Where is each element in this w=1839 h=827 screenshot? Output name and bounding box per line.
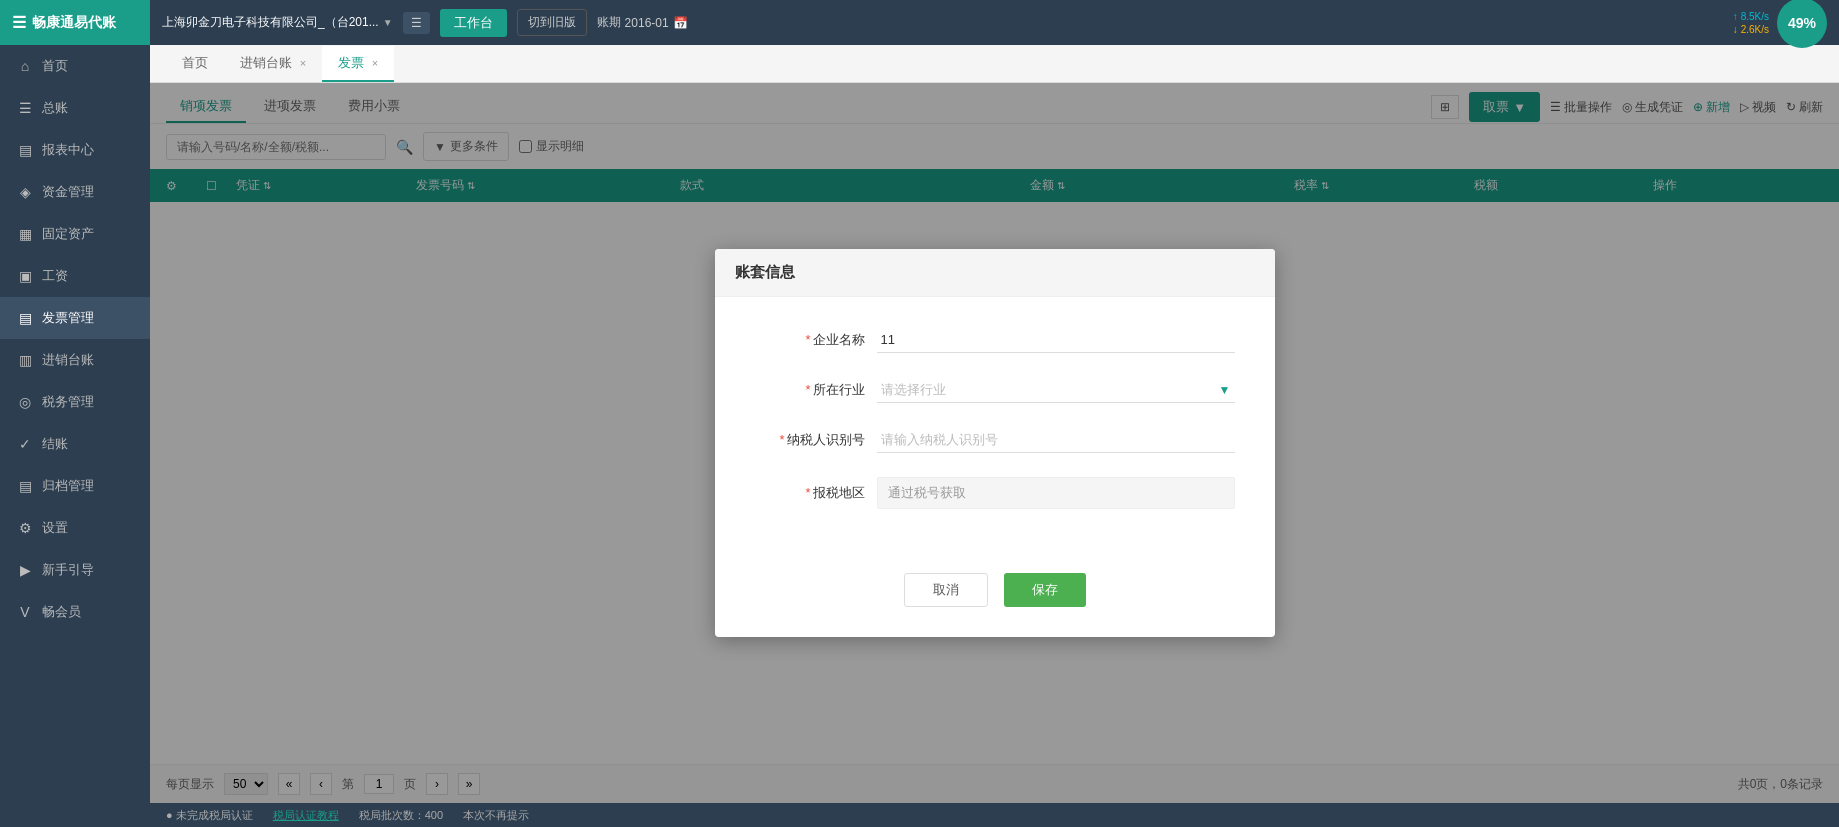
input-tax-id[interactable] (877, 427, 1235, 453)
assets-icon: ▦ (16, 226, 34, 242)
workbench-btn[interactable]: 工作台 (440, 9, 507, 37)
label-tax-id: 纳税人识别号 (755, 431, 865, 449)
sidebar-item-assets[interactable]: ▦ 固定资产 (0, 213, 150, 255)
funds-icon: ◈ (16, 184, 34, 200)
status-text1: ● 未完成税局认证 (166, 808, 253, 823)
tax-region-readonly: 通过税号获取 (877, 477, 1235, 509)
company-selector[interactable]: 上海卯金刀电子科技有限公司_（台201... ▼ (162, 14, 393, 31)
calendar-icon[interactable]: 📅 (673, 16, 688, 30)
sidebar-item-invoices[interactable]: ▤ 发票管理 (0, 297, 150, 339)
label-company-name: 企业名称 (755, 331, 865, 349)
sidebar: ☰ 畅康通易代账 ⌂ 首页 ☰ 总账 ▤ 报表中心 ◈ 资金管理 ▦ 固定资产 … (0, 0, 150, 827)
sidebar-item-tax[interactable]: ◎ 税务管理 (0, 381, 150, 423)
industry-select[interactable]: 请选择行业 (877, 377, 1235, 402)
sidebar-item-label: 畅会员 (42, 603, 81, 621)
sidebar-item-sales[interactable]: ▥ 进销台账 (0, 339, 150, 381)
status-bar: ● 未完成税局认证 税局认证教程 税局批次数：400 本次不再提示 (150, 803, 1839, 827)
sidebar-item-label: 新手引导 (42, 561, 94, 579)
invoices-icon: ▤ (16, 310, 34, 326)
company-settings-btn[interactable]: ☰ (403, 12, 430, 34)
status-text2: 税局批次数：400 (359, 808, 443, 823)
sidebar-item-label: 进销台账 (42, 351, 94, 369)
modal-overlay: 账套信息 企业名称 所在行业 请选择行业 (150, 83, 1839, 803)
sidebar-logo: ☰ 畅康通易代账 (0, 0, 150, 45)
page-tabs: 首页 进销台账 × 发票 × (150, 45, 1839, 83)
settings-icon: ⚙ (16, 520, 34, 536)
logo-icon: ☰ (12, 13, 26, 32)
period-value: 2016-01 (625, 16, 669, 30)
period-label: 账期 (597, 14, 621, 31)
ledger-icon: ☰ (16, 100, 34, 116)
sidebar-item-settle[interactable]: ✓ 结账 (0, 423, 150, 465)
sidebar-item-ledger[interactable]: ☰ 总账 (0, 87, 150, 129)
payroll-icon: ▣ (16, 268, 34, 284)
company-name: 上海卯金刀电子科技有限公司_（台201... (162, 14, 379, 31)
period-display: 账期 2016-01 📅 (597, 14, 688, 31)
industry-select-wrapper: 请选择行业 ▼ (877, 377, 1235, 403)
dialog-account-info: 账套信息 企业名称 所在行业 请选择行业 (715, 249, 1275, 637)
form-row-tax-id: 纳税人识别号 (755, 427, 1235, 453)
speed-down: ↓ 2.6K/s (1733, 24, 1769, 35)
status-link1[interactable]: 税局认证教程 (273, 808, 339, 823)
sidebar-item-settings[interactable]: ⚙ 设置 (0, 507, 150, 549)
guide-icon: ▶ (16, 562, 34, 578)
form-row-company: 企业名称 (755, 327, 1235, 353)
tab-home[interactable]: 首页 (166, 46, 224, 82)
sidebar-item-label: 税务管理 (42, 393, 94, 411)
sidebar-item-member[interactable]: V 畅会员 (0, 591, 150, 633)
sales-icon: ▥ (16, 352, 34, 368)
topbar-right: ↑ 8.5K/s ↓ 2.6K/s 49% (1733, 0, 1827, 48)
reports-icon: ▤ (16, 142, 34, 158)
dialog-footer: 取消 保存 (715, 563, 1275, 637)
status-text3: 本次不再提示 (463, 808, 529, 823)
form-row-industry: 所在行业 请选择行业 ▼ (755, 377, 1235, 403)
tax-icon: ◎ (16, 394, 34, 410)
company-dropdown-icon: ▼ (383, 17, 393, 28)
sidebar-item-archive[interactable]: ▤ 归档管理 (0, 465, 150, 507)
sidebar-item-reports[interactable]: ▤ 报表中心 (0, 129, 150, 171)
input-company-name[interactable] (877, 327, 1235, 353)
form-row-tax-region: 报税地区 通过税号获取 (755, 477, 1235, 509)
speed-up: ↑ 8.5K/s (1733, 11, 1769, 22)
main-area: 上海卯金刀电子科技有限公司_（台201... ▼ ☰ 工作台 切到旧版 账期 2… (150, 0, 1839, 827)
tab-close-sales-ledger[interactable]: × (300, 57, 306, 69)
sidebar-item-label: 报表中心 (42, 141, 94, 159)
archive-icon: ▤ (16, 478, 34, 494)
switch-old-btn[interactable]: 切到旧版 (517, 9, 587, 36)
dialog-body: 企业名称 所在行业 请选择行业 ▼ (715, 297, 1275, 563)
settle-icon: ✓ (16, 436, 34, 452)
sidebar-item-label: 资金管理 (42, 183, 94, 201)
save-btn[interactable]: 保存 (1004, 573, 1086, 607)
home-icon: ⌂ (16, 58, 34, 74)
sidebar-item-funds[interactable]: ◈ 资金管理 (0, 171, 150, 213)
sidebar-item-payroll[interactable]: ▣ 工资 (0, 255, 150, 297)
label-tax-region: 报税地区 (755, 484, 865, 502)
sidebar-item-guide[interactable]: ▶ 新手引导 (0, 549, 150, 591)
sidebar-item-home[interactable]: ⌂ 首页 (0, 45, 150, 87)
content-wrapper: 销项发票 进项发票 费用小票 ⊞ 取票 ▼ ☰ 批 (150, 83, 1839, 803)
sidebar-item-label: 固定资产 (42, 225, 94, 243)
content-area: 销项发票 进项发票 费用小票 ⊞ 取票 ▼ ☰ 批 (150, 83, 1839, 803)
dialog-title: 账套信息 (715, 249, 1275, 297)
sidebar-item-label: 设置 (42, 519, 68, 537)
member-icon: V (16, 604, 34, 620)
cancel-btn[interactable]: 取消 (904, 573, 988, 607)
speed-percent: 49% (1788, 15, 1816, 31)
label-industry: 所在行业 (755, 381, 865, 399)
tab-close-invoice[interactable]: × (372, 57, 378, 69)
sidebar-item-label: 总账 (42, 99, 68, 117)
logo-text: 畅康通易代账 (32, 14, 116, 32)
sidebar-item-label: 发票管理 (42, 309, 94, 327)
tab-invoice[interactable]: 发票 × (322, 46, 394, 82)
speed-info: ↑ 8.5K/s ↓ 2.6K/s (1733, 11, 1769, 35)
topbar: 上海卯金刀电子科技有限公司_（台201... ▼ ☰ 工作台 切到旧版 账期 2… (150, 0, 1839, 45)
sidebar-item-label: 首页 (42, 57, 68, 75)
sidebar-item-label: 归档管理 (42, 477, 94, 495)
sidebar-item-label: 工资 (42, 267, 68, 285)
sidebar-item-label: 结账 (42, 435, 68, 453)
speed-percent-widget: 49% (1777, 0, 1827, 48)
tab-sales-ledger[interactable]: 进销台账 × (224, 46, 322, 82)
